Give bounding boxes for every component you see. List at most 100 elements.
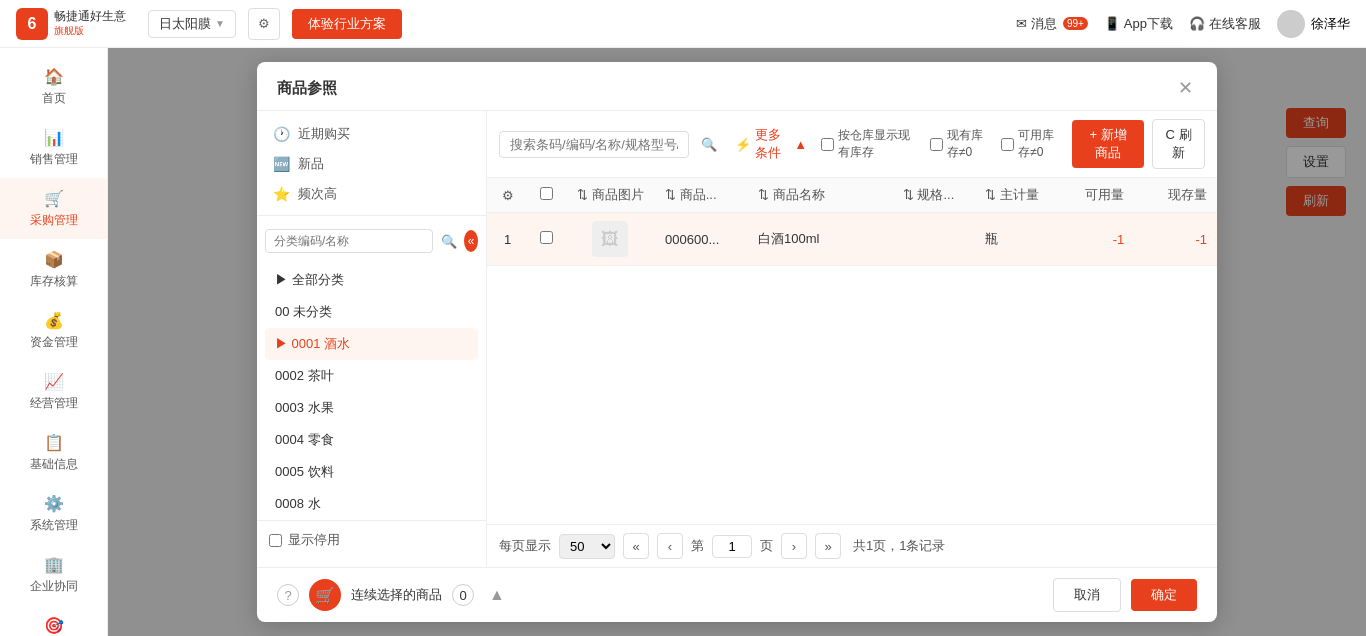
table-row[interactable]: 1 🖼 000600... 白酒100ml [487, 213, 1217, 266]
chevron-down-icon: ▼ [215, 18, 225, 29]
col-header-gear: ⚙ [487, 178, 528, 213]
help-button[interactable]: ? [277, 584, 299, 606]
online-service-button[interactable]: 🎧 在线客服 [1189, 15, 1261, 33]
collapse-panel-button[interactable]: « [464, 230, 478, 252]
confirm-button[interactable]: 确定 [1131, 579, 1197, 611]
stock-checkbox-input[interactable] [930, 138, 943, 151]
checkbox-stock-not-zero[interactable]: 现有库存≠0 [930, 127, 993, 161]
category-search-button[interactable]: 🔍 [439, 226, 458, 256]
sidebar-item-purchase[interactable]: 🛒 采购管理 [0, 178, 107, 239]
more-filter-button[interactable]: ⚡ 更多条件 ▲ [729, 122, 813, 166]
modal-body: 🕐 近期购买 🆕 新品 ⭐ 频次高 [257, 111, 1217, 567]
footer-buttons: 取消 确定 [1053, 578, 1197, 612]
chevron-up-icon: ▲ [794, 137, 807, 152]
sidebar-item-guide[interactable]: 🎯 新手引导 [0, 605, 107, 636]
sidebar-item-enterprise[interactable]: 🏢 企业协同 [0, 544, 107, 605]
page-next-button[interactable]: › [781, 533, 807, 559]
sidebar-item-home[interactable]: 🏠 首页 [0, 56, 107, 117]
guide-icon: 🎯 [44, 615, 64, 635]
finance-icon: 💰 [44, 310, 64, 330]
sidebar-item-inventory[interactable]: 📦 库存核算 [0, 239, 107, 300]
enterprise-icon: 🏢 [44, 554, 64, 574]
category-0008[interactable]: 0008 水 [265, 488, 478, 520]
page-first-button[interactable]: « [623, 533, 649, 559]
category-search-input[interactable] [265, 229, 433, 253]
purchase-icon: 🛒 [44, 188, 64, 208]
category-0003[interactable]: 0003 水果 [265, 392, 478, 424]
sales-icon: 📊 [44, 127, 64, 147]
row-select-checkbox[interactable] [540, 231, 553, 244]
category-0005[interactable]: 0005 饮料 [265, 456, 478, 488]
row-checkbox [528, 213, 565, 266]
per-page-select[interactable]: 50 100 200 [559, 534, 615, 559]
category-0004[interactable]: 0004 零食 [265, 424, 478, 456]
app-download-button[interactable]: 📱 App下载 [1104, 15, 1173, 33]
refresh-button[interactable]: C 刷新 [1152, 119, 1205, 169]
recent-buy-item[interactable]: 🕐 近期购买 [265, 119, 478, 149]
col-header-img: ⇅ 商品图片 [566, 178, 656, 213]
sidebar-item-finance[interactable]: 💰 资金管理 [0, 300, 107, 361]
avail-checkbox-input[interactable] [1001, 138, 1014, 151]
avatar [1277, 10, 1305, 38]
settings-button[interactable]: ⚙ [248, 8, 280, 40]
quick-items: 🕐 近期购买 🆕 新品 ⭐ 频次高 [257, 119, 486, 209]
category-0001[interactable]: ▶ 0001 酒水 [265, 328, 478, 360]
checkbox-warehouse[interactable]: 按仓库显示现有库存 [821, 127, 922, 161]
category-all[interactable]: ▶ 全部分类 [265, 264, 478, 296]
pagination-bar: 每页显示 50 100 200 « ‹ 第 页 › [487, 524, 1217, 567]
modal-title: 商品参照 [277, 79, 337, 98]
cancel-button[interactable]: 取消 [1053, 578, 1121, 612]
logo-text: 畅捷通好生意 旗舰版 [54, 9, 126, 37]
sort-icon-unit: ⇅ [985, 187, 996, 202]
new-items-item[interactable]: 🆕 新品 [265, 149, 478, 179]
user-avatar-area[interactable]: 徐泽华 [1277, 10, 1350, 38]
logo-icon: 6 [16, 8, 48, 40]
product-reference-modal: 商品参照 ✕ 🕐 近期购买 🆕 [257, 62, 1217, 622]
star-icon: ⭐ [273, 186, 290, 202]
show-disabled-checkbox[interactable] [269, 534, 282, 547]
sidebar-item-system[interactable]: ⚙️ 系统管理 [0, 483, 107, 544]
row-stock: -1 [1134, 213, 1217, 266]
sort-icon-name: ⇅ [758, 187, 769, 202]
high-freq-item[interactable]: ⭐ 频次高 [265, 179, 478, 209]
category-0002[interactable]: 0002 茶叶 [265, 360, 478, 392]
toolbar: 🔍 ⚡ 更多条件 ▲ 按仓库显示现有库存 [487, 111, 1217, 178]
col-header-check [528, 178, 565, 213]
select-all-checkbox[interactable] [540, 187, 553, 200]
modal-close-button[interactable]: ✕ [1173, 76, 1197, 100]
page-number-input[interactable] [712, 535, 752, 558]
checkbox-avail-not-zero[interactable]: 可用库存≠0 [1001, 127, 1064, 161]
selected-count-badge: 0 [452, 584, 474, 606]
row-img: 🖼 [566, 213, 656, 266]
messages-button[interactable]: ✉ 消息 99+ [1016, 15, 1088, 33]
operation-icon: 📈 [44, 371, 64, 391]
filter-icon: ⚡ [735, 137, 751, 152]
trial-button[interactable]: 体验行业方案 [292, 9, 402, 39]
collapse-footer-button[interactable]: ▲ [484, 582, 510, 608]
sidebar-item-basic[interactable]: 📋 基础信息 [0, 422, 107, 483]
nav-right: ✉ 消息 99+ 📱 App下载 🎧 在线客服 徐泽华 [1016, 10, 1350, 38]
product-search-button[interactable]: 🔍 [697, 129, 721, 159]
category-list: ▶ 全部分类 00 未分类 ▶ 0001 酒水 0002 茶叶 [257, 264, 486, 520]
warehouse-checkbox-input[interactable] [821, 138, 834, 151]
sidebar-item-operation[interactable]: 📈 经营管理 [0, 361, 107, 422]
row-spec [893, 213, 976, 266]
page-last-button[interactable]: » [815, 533, 841, 559]
store-selector[interactable]: 日太阳膜 ▼ [148, 10, 236, 38]
inventory-icon: 📦 [44, 249, 64, 269]
table-header-row: ⚙ ⇅ 商品图片 [487, 178, 1217, 213]
product-image: 🖼 [592, 221, 628, 257]
category-00[interactable]: 00 未分类 [265, 296, 478, 328]
message-icon: ✉ [1016, 16, 1027, 31]
row-code: 000600... [655, 213, 748, 266]
page-prev-button[interactable]: ‹ [657, 533, 683, 559]
show-disabled-row: 显示停用 [257, 520, 486, 559]
top-nav: 6 畅捷通好生意 旗舰版 日太阳膜 ▼ ⚙ 体验行业方案 ✉ 消息 99+ 📱 … [0, 0, 1366, 48]
cart-button[interactable]: 🛒 [309, 579, 341, 611]
sidebar-item-sales[interactable]: 📊 销售管理 [0, 117, 107, 178]
content-area: 查询 设置 刷新 商品参照 ✕ 🕐 [108, 48, 1366, 636]
add-product-button[interactable]: + 新增商品 [1072, 120, 1144, 168]
product-search-input[interactable] [499, 131, 689, 158]
col-header-unit: ⇅ 主计量 [975, 178, 1051, 213]
product-table: ⚙ ⇅ 商品图片 [487, 178, 1217, 266]
